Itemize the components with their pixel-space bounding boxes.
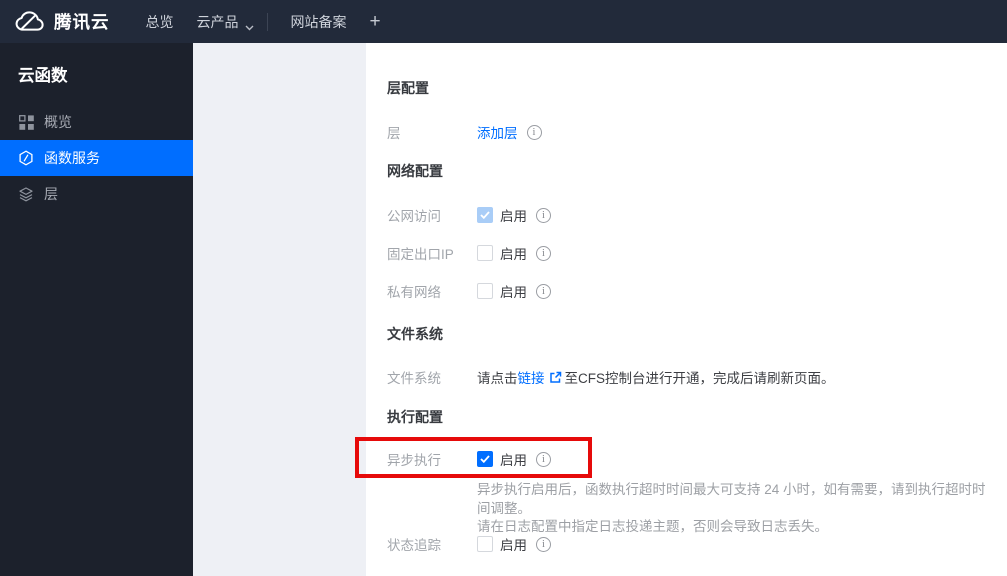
layers-icon	[18, 186, 34, 202]
field-label-public-access: 公网访问	[387, 209, 441, 224]
field-label-filesystem: 文件系统	[387, 371, 441, 386]
vpc-checkbox[interactable]	[477, 283, 493, 299]
sidebar-nav: 概览 函数服务 层	[0, 104, 193, 212]
row-status-tracking: 状态追踪 启用 i	[387, 534, 551, 554]
topnav-divider	[266, 12, 268, 31]
enable-label: 启用	[500, 247, 527, 262]
row-layer: 层 添加层 i	[387, 122, 542, 142]
async-execution-checkbox[interactable]	[477, 451, 493, 467]
info-icon[interactable]: i	[536, 536, 551, 552]
field-label-fixed-egress-ip: 固定出口IP	[387, 247, 454, 262]
external-link-icon	[549, 371, 562, 384]
section-heading-filesystem: 文件系统	[387, 326, 443, 342]
sidebar-item-overview[interactable]: 概览	[0, 104, 193, 140]
brand-name: 腾讯云	[54, 12, 110, 32]
field-label-vpc: 私有网络	[387, 285, 441, 300]
section-heading-network-config: 网络配置	[387, 163, 443, 179]
enable-label: 启用	[500, 538, 527, 553]
field-label-async-execution: 异步执行	[387, 453, 441, 468]
status-tracking-checkbox[interactable]	[477, 536, 493, 552]
cfs-console-link[interactable]: 链接	[518, 367, 545, 387]
field-label-status-tracking: 状态追踪	[387, 538, 441, 553]
topnav-overview[interactable]: 总览	[146, 12, 174, 32]
sidebar-item-function-service[interactable]: 函数服务	[0, 140, 193, 176]
public-access-checkbox[interactable]	[477, 207, 493, 223]
filesystem-hint-after: 至CFS控制台进行开通，完成后请刷新页面。	[564, 371, 835, 386]
sidebar: 云函数 概览 函数服务 层	[0, 43, 193, 576]
sidebar-item-layers[interactable]: 层	[0, 176, 193, 212]
topnav-cloud-products-label: 云产品	[196, 13, 239, 30]
filesystem-hint: 请点击 链接 至CFS控制台进行开通，完成后请刷新页面。	[477, 367, 835, 387]
info-icon[interactable]: i	[536, 245, 551, 261]
section-heading-execution-config: 执行配置	[387, 409, 443, 425]
row-async-execution: 异步执行 启用 i	[387, 449, 551, 469]
row-public-access: 公网访问 启用 i	[387, 205, 551, 225]
function-hexagon-icon	[18, 150, 34, 166]
enable-label: 启用	[500, 209, 527, 224]
info-icon[interactable]: i	[536, 207, 551, 223]
topnav-website-beian[interactable]: 网站备案	[291, 12, 347, 32]
info-icon[interactable]: i	[536, 451, 551, 467]
enable-label: 启用	[500, 453, 527, 468]
tencent-cloud-brand[interactable]: 腾讯云	[14, 9, 110, 34]
chevron-down-icon	[245, 18, 253, 30]
grid-icon	[18, 114, 34, 130]
sidebar-item-label: 层	[44, 186, 58, 202]
row-vpc: 私有网络 启用 i	[387, 281, 551, 301]
topnav-cloud-products[interactable]: 云产品	[197, 12, 253, 32]
enable-label: 启用	[500, 285, 527, 300]
filesystem-hint-before: 请点击	[477, 371, 518, 386]
fixed-egress-ip-checkbox[interactable]	[477, 245, 493, 261]
async-execution-help-text: 异步执行启用后，函数执行超时时间最大可支持 24 小时，如有需要，请到执行超时时…	[477, 481, 997, 537]
info-icon[interactable]: i	[536, 283, 551, 299]
topbar: 腾讯云 总览 云产品 网站备案 +	[0, 0, 1007, 43]
info-icon[interactable]: i	[526, 124, 542, 140]
topnav-add-button[interactable]: +	[370, 11, 381, 33]
help-line-2: 请在日志配置中指定日志投递主题，否则会导致日志丢失。	[477, 519, 828, 534]
sidebar-item-label: 函数服务	[44, 150, 100, 166]
field-label-layer: 层	[387, 126, 401, 141]
sidebar-item-label: 概览	[44, 114, 72, 130]
tencent-cloud-logo-icon	[14, 10, 45, 33]
help-line-1: 异步执行启用后，函数执行超时时间最大可支持 24 小时，如有需要，请到执行超时时…	[477, 482, 986, 516]
row-filesystem: 文件系统 请点击 链接 至CFS控制台进行开通，完成后请刷新页面。	[387, 367, 835, 387]
sidebar-title: 云函数	[18, 67, 68, 85]
add-layer-link[interactable]: 添加层	[477, 122, 518, 142]
section-heading-layer-config: 层配置	[387, 80, 429, 96]
row-fixed-egress-ip: 固定出口IP 启用 i	[387, 243, 551, 263]
